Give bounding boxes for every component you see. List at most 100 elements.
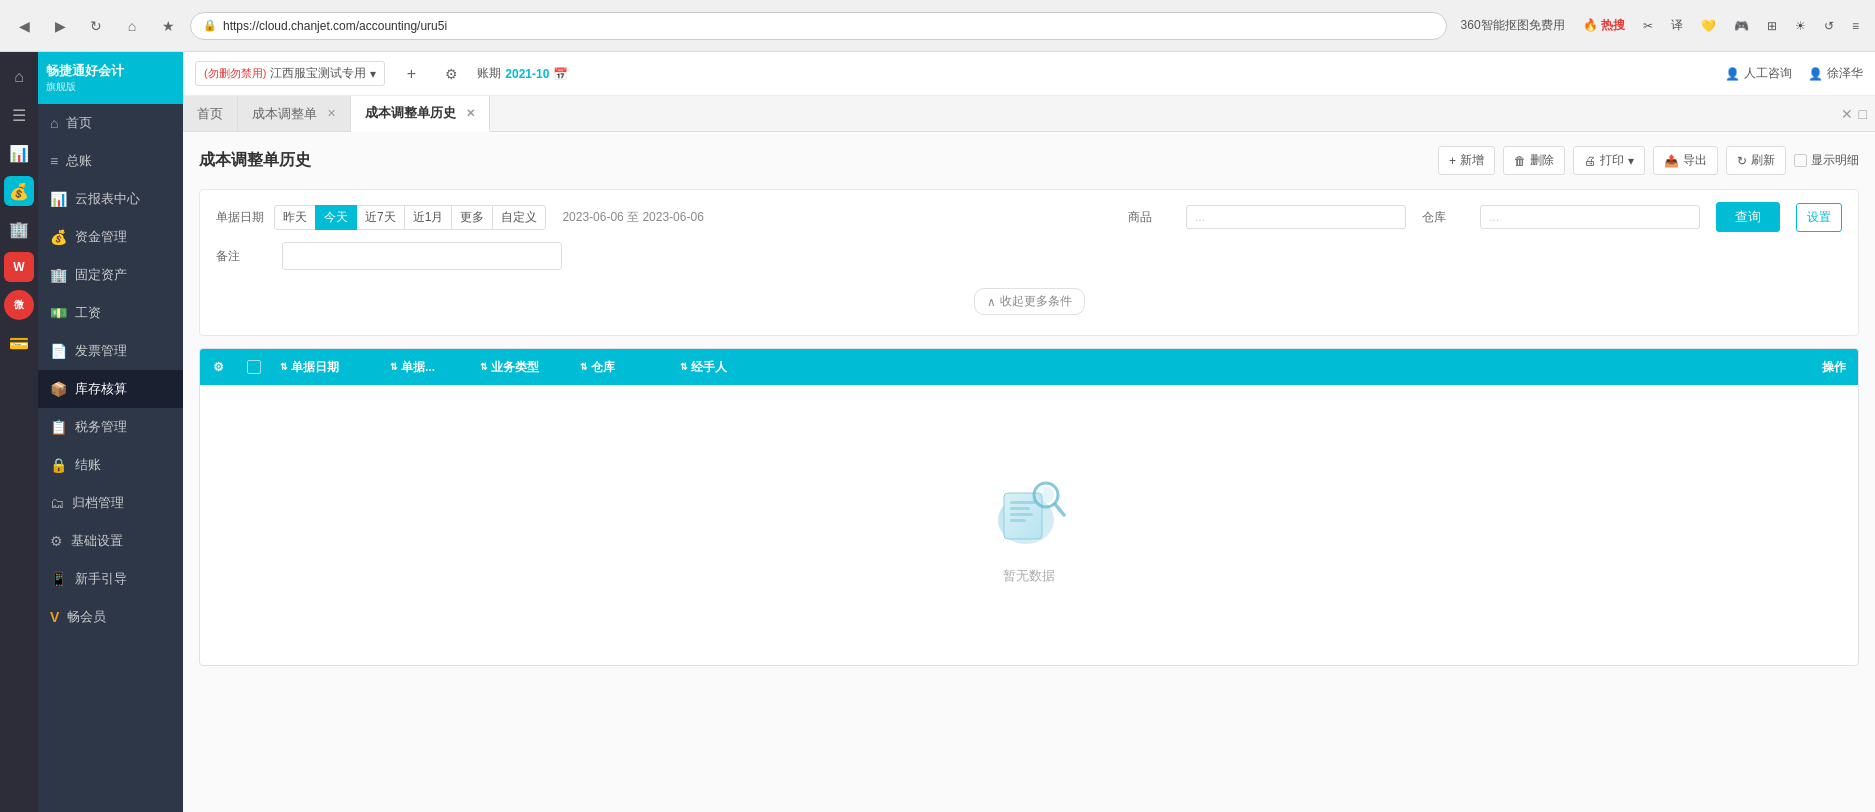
tab-cost-adjust-close[interactable]: ✕ <box>327 107 336 120</box>
home-btn[interactable]: ⌂ <box>118 12 146 40</box>
ai-tool-btn[interactable]: 360智能抠图免费用 <box>1455 14 1571 37</box>
refresh-btn-page[interactable]: ↻ 刷新 <box>1726 146 1786 175</box>
game-btn[interactable]: 🎮 <box>1728 16 1755 36</box>
date-btn-yesterday[interactable]: 昨天 <box>274 205 316 230</box>
filter-row-2: 备注 <box>216 242 1842 270</box>
address-bar[interactable]: 🔒 https://cloud.chanjet.com/accounting/u… <box>190 12 1447 40</box>
company-settings-btn[interactable]: ⚙ <box>437 60 465 88</box>
translate-btn[interactable]: 译 <box>1665 14 1689 37</box>
strip-home-icon[interactable]: ⌂ <box>4 62 34 92</box>
strip-red-icon[interactable]: W <box>4 252 34 282</box>
sidebar-item-salary[interactable]: 💵 工资 <box>38 294 183 332</box>
warehouse-input-dots: ... <box>1489 210 1499 224</box>
export-btn[interactable]: 📤 导出 <box>1653 146 1718 175</box>
sidebar-item-settings[interactable]: ⚙ 基础设置 <box>38 522 183 560</box>
strip-weibo-icon[interactable]: 微 <box>4 290 34 320</box>
reports-icon: 📊 <box>50 191 67 207</box>
empty-state: 暂无数据 <box>200 385 1858 665</box>
menu-btn[interactable]: ≡ <box>1846 16 1865 36</box>
sidebar-item-invoice[interactable]: 📄 发票管理 <box>38 332 183 370</box>
cut-tool-btn[interactable]: ✂ <box>1637 16 1659 36</box>
nav-back-btn[interactable]: ◀ <box>10 12 38 40</box>
sidebar-item-guide[interactable]: 📱 新手引导 <box>38 560 183 598</box>
date-btn-today[interactable]: 今天 <box>315 205 357 230</box>
goods-input-dots: ... <box>1195 210 1205 224</box>
strip-menu-icon[interactable]: ☰ <box>4 100 34 130</box>
sidebar-item-ledger[interactable]: ≡ 总账 <box>38 142 183 180</box>
company-dropdown-icon: ▾ <box>370 67 376 81</box>
tab-home[interactable]: 首页 <box>183 96 238 131</box>
hot-search-btn[interactable]: 🔥 热搜 <box>1577 14 1631 37</box>
th-warehouse[interactable]: ⇅ 仓库 <box>572 359 672 376</box>
sidebar-item-vip[interactable]: V 畅会员 <box>38 598 183 636</box>
remark-input[interactable] <box>282 242 562 270</box>
nav-forward-btn[interactable]: ▶ <box>46 12 74 40</box>
tab-cost-adjust-history[interactable]: 成本调整单历史 ✕ <box>351 96 490 132</box>
salary-icon: 💵 <box>50 305 67 321</box>
refresh-btn[interactable]: ↻ <box>82 12 110 40</box>
date-btn-custom[interactable]: 自定义 <box>492 205 546 230</box>
home-icon: ⌂ <box>50 115 58 131</box>
consult-action[interactable]: 👤 人工咨询 <box>1725 65 1792 82</box>
date-btn-1month[interactable]: 近1月 <box>404 205 453 230</box>
print-btn[interactable]: 🖨 打印 ▾ <box>1573 146 1645 175</box>
date-btn-more[interactable]: 更多 <box>451 205 493 230</box>
svg-point-7 <box>1038 487 1054 503</box>
th-checkbox[interactable] <box>236 360 272 374</box>
sidebar-item-inventory[interactable]: 📦 库存核算 <box>38 370 183 408</box>
display-checkbox[interactable] <box>1794 154 1807 167</box>
star-btn[interactable]: ★ <box>154 12 182 40</box>
top-bar: (勿删勿禁用) 江西服宝测试专用 ▾ + ⚙ 账期 2021-10 📅 👤 人工… <box>183 52 1875 96</box>
tab-cost-adjust-history-close[interactable]: ✕ <box>466 107 475 120</box>
tab-cost-adjust[interactable]: 成本调整单 ✕ <box>238 96 351 131</box>
add-company-btn[interactable]: + <box>397 60 425 88</box>
history-btn[interactable]: ↺ <box>1818 16 1840 36</box>
query-label: 查询 <box>1735 208 1761 226</box>
date-btn-7days[interactable]: 近7天 <box>356 205 405 230</box>
collapse-btn[interactable]: ∧ 收起更多条件 <box>974 288 1085 315</box>
th-type[interactable]: ⇅ 业务类型 <box>472 359 572 376</box>
sidebar-label-invoice: 发票管理 <box>75 342 127 360</box>
th-operator[interactable]: ⇅ 经手人 <box>672 359 792 376</box>
table-wrapper: ⚙ ⇅ 单据日期 ⇅ 单据... ⇅ 业务类型 <box>199 348 1859 666</box>
new-btn[interactable]: + 新增 <box>1438 146 1495 175</box>
strip-extra-icon[interactable]: 💳 <box>4 328 34 358</box>
user-action[interactable]: 👤 徐泽华 <box>1808 65 1863 82</box>
warehouse-input[interactable]: ... <box>1480 205 1700 229</box>
app-container: ⌂ ☰ 📊 💰 🏢 W 微 💳 畅捷通好会计 旗舰版 ⌂ 首页 ≡ 总账 📊 云… <box>0 52 1875 812</box>
wallet-btn[interactable]: 💛 <box>1695 16 1722 36</box>
goods-input[interactable]: ... <box>1186 205 1406 229</box>
th-settings[interactable]: ⚙ <box>200 360 236 374</box>
svg-point-9 <box>1040 489 1044 493</box>
delete-btn[interactable]: 🗑 删除 <box>1503 146 1565 175</box>
theme-btn[interactable]: ☀ <box>1789 16 1812 36</box>
company-selector[interactable]: (勿删勿禁用) 江西服宝测试专用 ▾ <box>195 61 385 86</box>
th-no[interactable]: ⇅ 单据... <box>382 359 472 376</box>
period-info: 账期 2021-10 📅 <box>477 65 568 82</box>
strip-building-icon[interactable]: 🏢 <box>4 214 34 244</box>
company-note: (勿删勿禁用) <box>204 66 266 81</box>
sidebar-item-home[interactable]: ⌂ 首页 <box>38 104 183 142</box>
grid-btn[interactable]: ⊞ <box>1761 16 1783 36</box>
th-date[interactable]: ⇅ 单据日期 <box>272 359 382 376</box>
sidebar-item-archive[interactable]: 🗂 归档管理 <box>38 484 183 522</box>
strip-chart-icon[interactable]: 📊 <box>4 138 34 168</box>
sidebar-item-funds[interactable]: 💰 资金管理 <box>38 218 183 256</box>
header-checkbox[interactable] <box>247 360 261 374</box>
sidebar-label-funds: 资金管理 <box>75 228 127 246</box>
tab-cost-adjust-history-label: 成本调整单历史 <box>365 104 456 122</box>
funds-icon: 💰 <box>50 229 67 245</box>
sidebar-item-close[interactable]: 🔒 结账 <box>38 446 183 484</box>
sidebar-item-reports[interactable]: 📊 云报表中心 <box>38 180 183 218</box>
sidebar-label-home: 首页 <box>66 114 92 132</box>
sidebar-logo-sub: 旗舰版 <box>46 80 124 94</box>
global-close-btn[interactable]: ✕ <box>1841 106 1853 122</box>
sidebar-item-assets[interactable]: 🏢 固定资产 <box>38 256 183 294</box>
collapse-label: 收起更多条件 <box>1000 293 1072 310</box>
query-btn[interactable]: 查询 <box>1716 202 1780 232</box>
global-restore-btn[interactable]: □ <box>1859 106 1867 122</box>
strip-active-icon[interactable]: 💰 <box>4 176 34 206</box>
th-actions-label: 操作 <box>1822 359 1846 376</box>
filter-settings-btn[interactable]: 设置 <box>1796 203 1842 232</box>
sidebar-item-tax[interactable]: 📋 税务管理 <box>38 408 183 446</box>
